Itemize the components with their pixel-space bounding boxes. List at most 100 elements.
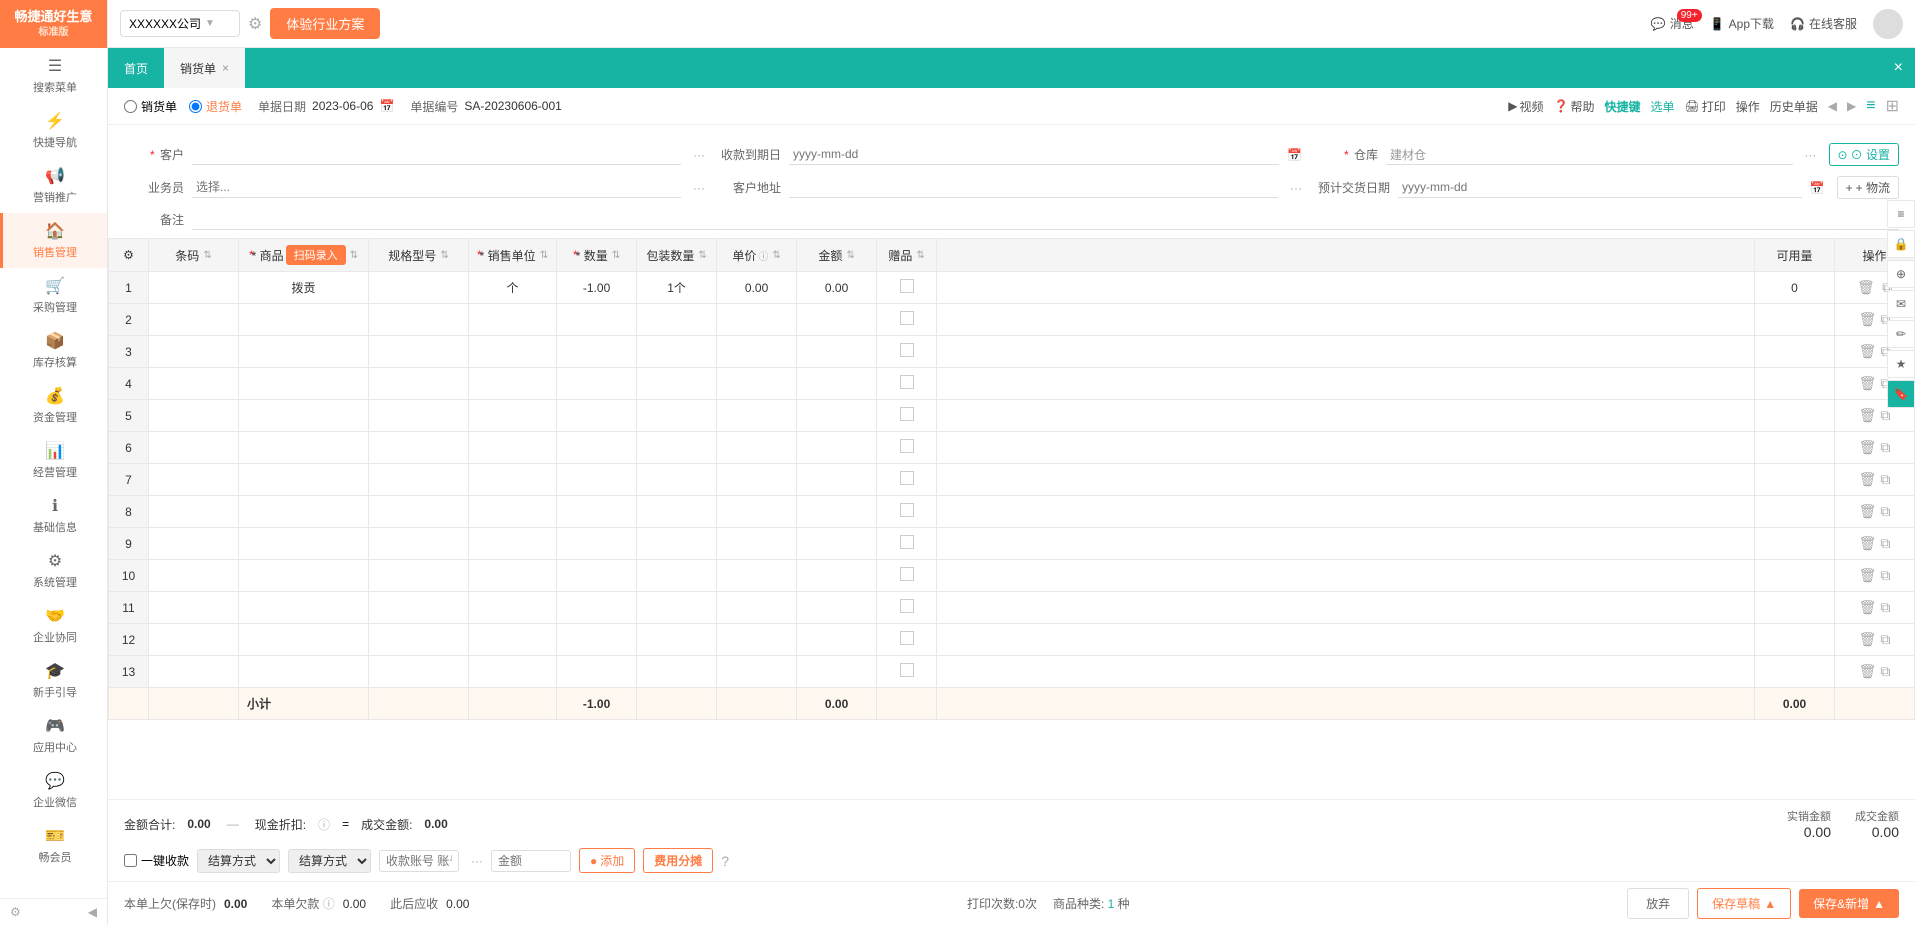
gift-checkbox[interactable]	[900, 535, 914, 549]
add-payment-button[interactable]: ● 添加	[579, 848, 635, 873]
copy-icon[interactable]: ⧉	[1880, 503, 1890, 519]
delete-icon[interactable]: 🗑	[1859, 439, 1877, 455]
radio-return[interactable]: 退货单	[189, 98, 242, 115]
barcode-sort-icon[interactable]: ⇅	[203, 250, 211, 261]
copy-icon[interactable]: ⧉	[1880, 663, 1890, 679]
history-btn[interactable]: 历史单据	[1770, 98, 1818, 115]
copy-icon[interactable]: ⧉	[1880, 535, 1890, 551]
logistics-button[interactable]: + + 物流	[1837, 176, 1899, 199]
date-picker-icon[interactable]: 📅	[379, 99, 394, 113]
shortcut-btn[interactable]: 快捷键	[1604, 98, 1640, 115]
message-item[interactable]: 💬 消息 99+	[1651, 15, 1694, 32]
delete-icon[interactable]: 🗑	[1859, 471, 1877, 487]
amount-sort-icon[interactable]: ⇅	[846, 250, 854, 261]
delete-icon[interactable]: 🗑	[1859, 407, 1877, 423]
save-draft-button[interactable]: 保存草稿 ▲	[1697, 888, 1791, 919]
row-amount[interactable]: 0.00	[797, 272, 877, 304]
float-edit-btn[interactable]: ✏	[1887, 320, 1915, 348]
float-lock-btn[interactable]: 🔒	[1887, 230, 1915, 258]
remark-input[interactable]	[192, 209, 1899, 230]
sidebar-item-sales[interactable]: 🏠 销售管理	[0, 213, 107, 268]
due-date-calendar-icon[interactable]: 📅	[1287, 148, 1302, 162]
gift-checkbox[interactable]	[900, 279, 914, 293]
print-btn[interactable]: 🖨 打印	[1685, 98, 1726, 115]
delete-icon[interactable]: 🗑	[1859, 663, 1877, 679]
unit-sort-icon[interactable]: ⇅	[540, 250, 548, 261]
spec-sort-icon[interactable]: ⇅	[440, 250, 448, 261]
copy-icon[interactable]: ⧉	[1880, 567, 1890, 583]
avatar[interactable]	[1873, 9, 1903, 39]
gift-checkbox[interactable]	[900, 503, 914, 517]
sidebar-item-search[interactable]: ☰ 搜索菜单	[0, 48, 107, 103]
delete-icon[interactable]: 🗑	[1859, 631, 1877, 647]
float-list-btn[interactable]: ≡	[1887, 200, 1915, 228]
save-new-button[interactable]: 保存&新增 ▲	[1799, 889, 1899, 918]
salesperson-input[interactable]	[192, 177, 681, 198]
settings-gear-icon[interactable]: ⚙	[248, 14, 262, 34]
gift-checkbox[interactable]	[900, 343, 914, 357]
setting-button[interactable]: ⊙ ⊙ 设置	[1829, 143, 1899, 166]
sidebar-item-guide[interactable]: 🎓 新手引导	[0, 653, 107, 708]
product-sort-icon[interactable]: ⇅	[350, 250, 358, 261]
payment-account-dots[interactable]: ···	[471, 854, 483, 868]
sidebar-item-finance[interactable]: 💰 资金管理	[0, 378, 107, 433]
app-download-item[interactable]: 📱 App下载	[1710, 15, 1774, 32]
gift-checkbox[interactable]	[900, 631, 914, 645]
row-price[interactable]: 0.00	[717, 272, 797, 304]
trial-button[interactable]: 体验行业方案	[270, 8, 380, 39]
float-star-btn[interactable]: ★	[1887, 350, 1915, 378]
video-btn[interactable]: ▶ 视频	[1508, 98, 1543, 115]
online-service-item[interactable]: 🎧 在线客服	[1790, 15, 1857, 32]
company-selector[interactable]: XXXXXX公司 ▼	[120, 10, 240, 37]
delete-icon[interactable]: 🗑	[1859, 535, 1877, 551]
row-product[interactable]: 拨贡	[239, 272, 369, 304]
sidebar-item-purchase[interactable]: 🛒 采购管理	[0, 268, 107, 323]
gift-sort-icon[interactable]: ⇅	[916, 250, 924, 261]
customer-dots-btn[interactable]: ···	[693, 148, 705, 162]
delivery-date-calendar-icon[interactable]: 📅	[1810, 181, 1825, 195]
price-sort-icon[interactable]: ⇅	[772, 250, 780, 261]
radio-sale-input[interactable]	[124, 100, 137, 113]
copy-icon[interactable]: ⧉	[1880, 471, 1890, 487]
payment-method-select[interactable]: 结算方式	[197, 849, 280, 873]
gift-checkbox[interactable]	[900, 311, 914, 325]
next-icon[interactable]: ▶	[1847, 99, 1856, 113]
sidebar-item-marketing[interactable]: 📢 营销推广	[0, 158, 107, 213]
gift-checkbox[interactable]	[900, 599, 914, 613]
operate-btn[interactable]: 操作	[1736, 98, 1760, 115]
delete-icon[interactable]: 🗑	[1859, 375, 1877, 391]
row-unit[interactable]: 个	[469, 272, 557, 304]
row-spec[interactable]	[369, 272, 469, 304]
radio-return-input[interactable]	[189, 100, 202, 113]
copy-icon[interactable]: ⧉	[1880, 631, 1890, 647]
product-types-value[interactable]: 1	[1108, 897, 1115, 911]
delete-icon[interactable]: 🗑	[1859, 311, 1877, 327]
select-btn[interactable]: 选单	[1650, 98, 1674, 115]
gift-checkbox[interactable]	[900, 471, 914, 485]
float-message-btn[interactable]: ✉	[1887, 290, 1915, 318]
delete-icon[interactable]: 🗑	[1859, 343, 1877, 359]
payment-account-input[interactable]	[379, 850, 459, 872]
salesperson-dots-btn[interactable]: ···	[693, 181, 705, 195]
sidebar-item-system[interactable]: ⚙ 系统管理	[0, 543, 107, 598]
row-qty[interactable]: -1.00	[557, 272, 637, 304]
copy-icon[interactable]: ⧉	[1880, 439, 1890, 455]
gift-checkbox[interactable]	[900, 663, 914, 677]
qty-sort-icon[interactable]: ⇅	[612, 250, 620, 261]
view-list-icon[interactable]: ≡	[1866, 97, 1875, 115]
sidebar-item-member[interactable]: 🎫 畅会员	[0, 818, 107, 873]
float-zoom-btn[interactable]: ⊕	[1887, 260, 1915, 288]
sidebar-item-operation[interactable]: 📊 经营管理	[0, 433, 107, 488]
prev-icon[interactable]: ◀	[1828, 99, 1837, 113]
delete-icon[interactable]: 🗑	[1859, 567, 1877, 583]
sidebar-collapse-icon[interactable]: ◀	[88, 905, 97, 919]
gift-checkbox[interactable]	[900, 439, 914, 453]
sidebar-item-shortcut[interactable]: ⚡ 快捷导航	[0, 103, 107, 158]
expense-button[interactable]: 费用分摊	[643, 848, 713, 873]
payment-amount-input[interactable]	[491, 850, 571, 872]
radio-sale[interactable]: 销货单	[124, 98, 177, 115]
gift-checkbox[interactable]	[900, 375, 914, 389]
payment-method-select2[interactable]: 结算方式	[288, 849, 371, 873]
copy-icon[interactable]: ⧉	[1880, 599, 1890, 615]
one-click-pay-checkbox[interactable]: 一键收款	[124, 852, 189, 869]
